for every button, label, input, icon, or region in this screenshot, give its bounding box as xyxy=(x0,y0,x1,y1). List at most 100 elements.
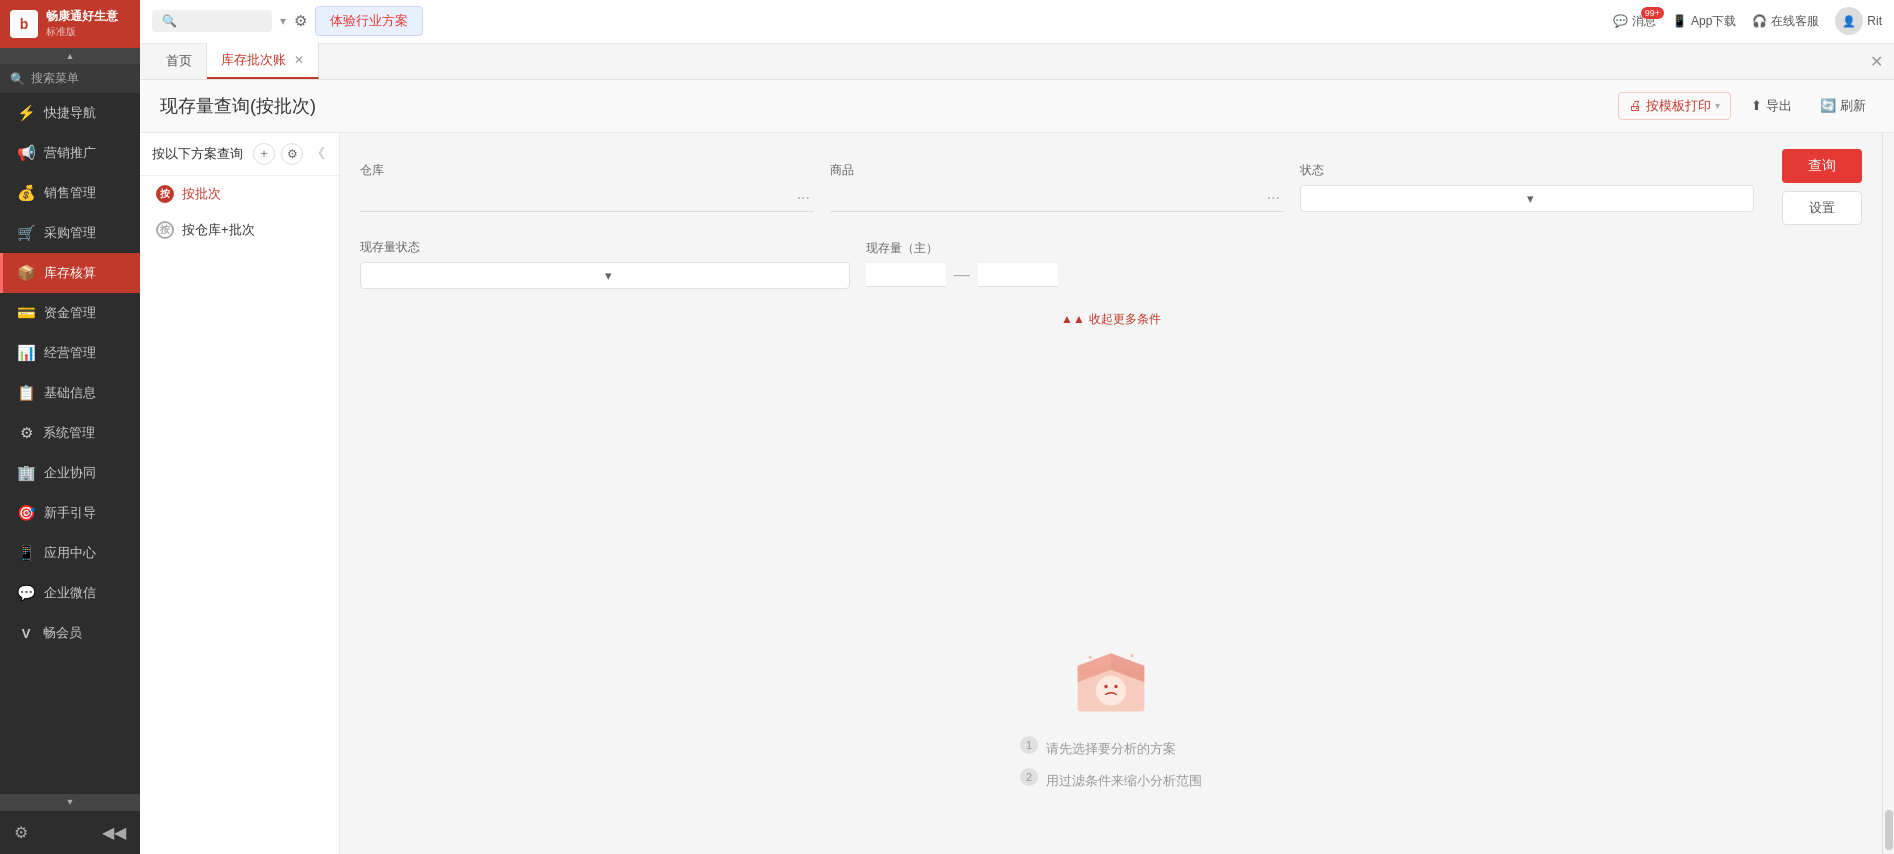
export-icon: ⬆ xyxy=(1751,98,1762,113)
online-service-btn[interactable]: 🎧 在线客服 xyxy=(1752,13,1819,30)
sidebar: b 畅康通好生意 标准版 ▲ 🔍 搜索菜单 ⚡ 快捷导航 📢 营销推广 💰 销售… xyxy=(0,0,140,854)
tab-inventory-batch[interactable]: 库存批次账 ✕ xyxy=(207,43,319,79)
sidebar-search[interactable]: 🔍 搜索菜单 xyxy=(0,64,140,93)
filter-product-field: 商品 ··· xyxy=(830,162,1284,212)
sidebar-item-enterprise[interactable]: 🏢 企业协同 xyxy=(0,453,140,493)
sales-icon: 💰 xyxy=(17,184,36,202)
sidebar-item-newbie[interactable]: 🎯 新手引导 xyxy=(0,493,140,533)
page-header-actions: 🖨 按模板打印 ▾ ⬆ 导出 🔄 刷新 xyxy=(1618,92,1874,120)
settings-btn[interactable]: 设置 xyxy=(1782,191,1862,225)
scheme-item-by-warehouse-batch[interactable]: 按 按仓库+批次 xyxy=(140,212,339,248)
print-chevron-icon[interactable]: ▾ xyxy=(1715,100,1720,111)
topbar-search-box[interactable]: 🔍 xyxy=(152,10,272,32)
tip-num-1: 1 xyxy=(1020,736,1038,754)
trial-btn[interactable]: 体验行业方案 xyxy=(315,6,423,36)
sidebar-item-purchase[interactable]: 🛒 采购管理 xyxy=(0,213,140,253)
scheme-settings-btn[interactable]: ⚙ xyxy=(281,143,303,165)
app-download-label: App下载 xyxy=(1691,13,1736,30)
filter-stock-status-select[interactable]: ▾ xyxy=(360,262,850,289)
print-label: 按模板打印 xyxy=(1646,97,1711,115)
tip-num-2: 2 xyxy=(1020,768,1038,786)
sidebar-item-finance[interactable]: 💳 资金管理 xyxy=(0,293,140,333)
left-panel: 按以下方案查询 ＋ ⚙ 《 按 按批次 按 按仓库+批次 xyxy=(140,133,340,854)
collapse-up-icon: ▲▲ xyxy=(1061,312,1085,326)
sidebar-item-label: 应用中心 xyxy=(44,544,96,562)
filter-warehouse-input-wrap[interactable]: ··· xyxy=(360,185,814,212)
sidebar-item-label: 销售管理 xyxy=(44,184,96,202)
panel-collapse-btn[interactable]: 《 xyxy=(309,143,327,165)
sidebar-item-inventory[interactable]: 📦 库存核算 xyxy=(0,253,140,293)
user-avatar-area[interactable]: 👤 Rit xyxy=(1835,7,1882,35)
filter-stock-qty-field: 现存量（主） — xyxy=(866,240,1356,287)
filter-warehouse-field: 仓库 ··· xyxy=(360,162,814,212)
filter-warehouse-input[interactable] xyxy=(360,190,793,205)
empty-illustration xyxy=(1061,624,1161,724)
sidebar-item-management[interactable]: 📊 经营管理 xyxy=(0,333,140,373)
quick-nav-icon: ⚡ xyxy=(17,104,36,122)
tip-text-2: 用过滤条件来缩小分析范围 xyxy=(1046,768,1202,794)
topbar-search-icon: 🔍 xyxy=(162,14,177,28)
filter-warehouse-dots[interactable]: ··· xyxy=(793,189,814,207)
notification-badge: 99+ xyxy=(1641,7,1664,19)
filter-product-input[interactable] xyxy=(830,190,1263,205)
query-btn[interactable]: 查询 xyxy=(1782,149,1862,183)
sidebar-item-quick-nav[interactable]: ⚡ 快捷导航 xyxy=(0,93,140,133)
sidebar-item-marketing[interactable]: 📢 营销推广 xyxy=(0,133,140,173)
scheme-item-by-batch[interactable]: 按 按批次 xyxy=(140,176,339,212)
refresh-btn[interactable]: 🔄 刷新 xyxy=(1812,93,1874,119)
sidebar-item-vip[interactable]: V 畅会员 xyxy=(0,613,140,653)
topbar-chevron-icon[interactable]: ▾ xyxy=(280,14,286,28)
filter-stock-qty-max[interactable] xyxy=(978,263,1058,287)
sidebar-scroll-down[interactable]: ▼ xyxy=(0,794,140,810)
sidebar-scroll-up[interactable]: ▲ xyxy=(0,48,140,64)
sidebar-item-label: 资金管理 xyxy=(44,304,96,322)
filter-stock-status-chevron-icon: ▾ xyxy=(605,268,839,283)
tab-panel-close-btn[interactable]: ✕ xyxy=(1858,43,1894,79)
filter-status-select[interactable]: ▾ xyxy=(1300,185,1754,212)
left-panel-header: 按以下方案查询 ＋ ⚙ 《 xyxy=(140,133,339,176)
filter-panel: 仓库 ··· 商品 ··· xyxy=(340,133,1882,564)
svg-point-6 xyxy=(1089,656,1092,659)
export-btn[interactable]: ⬆ 导出 xyxy=(1743,93,1800,119)
filter-stock-qty-min[interactable] xyxy=(866,263,946,287)
sidebar-item-system[interactable]: ⚙ 系统管理 xyxy=(0,413,140,453)
app-download-btn[interactable]: 📱 App下载 xyxy=(1672,13,1736,30)
purchase-icon: 🛒 xyxy=(17,224,36,242)
add-scheme-btn[interactable]: ＋ xyxy=(253,143,275,165)
filter-product-input-wrap[interactable]: ··· xyxy=(830,185,1284,212)
inventory-icon: 📦 xyxy=(17,264,36,282)
main-right-scrollbar[interactable] xyxy=(1882,133,1894,854)
filter-product-dots[interactable]: ··· xyxy=(1263,189,1284,207)
sidebar-item-enterprise-wechat[interactable]: 💬 企业微信 xyxy=(0,573,140,613)
scrollbar-thumb[interactable] xyxy=(1885,810,1893,850)
tab-home-label: 首页 xyxy=(166,52,192,70)
sidebar-item-sales[interactable]: 💰 销售管理 xyxy=(0,173,140,213)
filter-status-field: 状态 ▾ xyxy=(1300,162,1754,212)
collapse-row[interactable]: ▲▲ 收起更多条件 xyxy=(360,303,1862,336)
sidebar-item-label: 新手引导 xyxy=(44,504,96,522)
filter-row-1: 仓库 ··· 商品 ··· xyxy=(360,149,1862,225)
tab-home[interactable]: 首页 xyxy=(152,43,207,79)
tab-close-icon[interactable]: ✕ xyxy=(294,53,304,67)
settings-gear-icon[interactable]: ⚙ xyxy=(10,819,32,846)
sidebar-item-app-center[interactable]: 📱 应用中心 xyxy=(0,533,140,573)
app-center-icon: 📱 xyxy=(17,544,36,562)
app-version: 标准版 xyxy=(46,25,118,39)
svg-point-5 xyxy=(1114,685,1117,688)
sidebar-collapse-icon[interactable]: ◀◀ xyxy=(98,819,130,846)
right-area: 仓库 ··· 商品 ··· xyxy=(340,133,1882,854)
scheme-label: 按批次 xyxy=(182,185,221,203)
print-btn[interactable]: 🖨 按模板打印 ▾ xyxy=(1618,92,1731,120)
topbar-gear-icon[interactable]: ⚙ xyxy=(294,12,307,30)
headset-icon: 🎧 xyxy=(1752,14,1767,28)
main-content-area: 现存量查询(按批次) 🖨 按模板打印 ▾ ⬆ 导出 🔄 刷新 xyxy=(140,80,1894,854)
enterprise-wechat-icon: 💬 xyxy=(17,584,36,602)
message-btn[interactable]: 💬 消息 99+ xyxy=(1613,13,1656,30)
sidebar-header-text: 畅康通好生意 标准版 xyxy=(46,9,118,39)
empty-state: 1 请先选择要分析的方案 2 用过滤条件来缩小分析范围 xyxy=(340,564,1882,854)
sidebar-item-label: 快捷导航 xyxy=(44,104,96,122)
avatar: 👤 xyxy=(1835,7,1863,35)
sidebar-item-basic-info[interactable]: 📋 基础信息 xyxy=(0,373,140,413)
online-service-label: 在线客服 xyxy=(1771,13,1819,30)
scheme-active-icon: 按 xyxy=(156,185,174,203)
